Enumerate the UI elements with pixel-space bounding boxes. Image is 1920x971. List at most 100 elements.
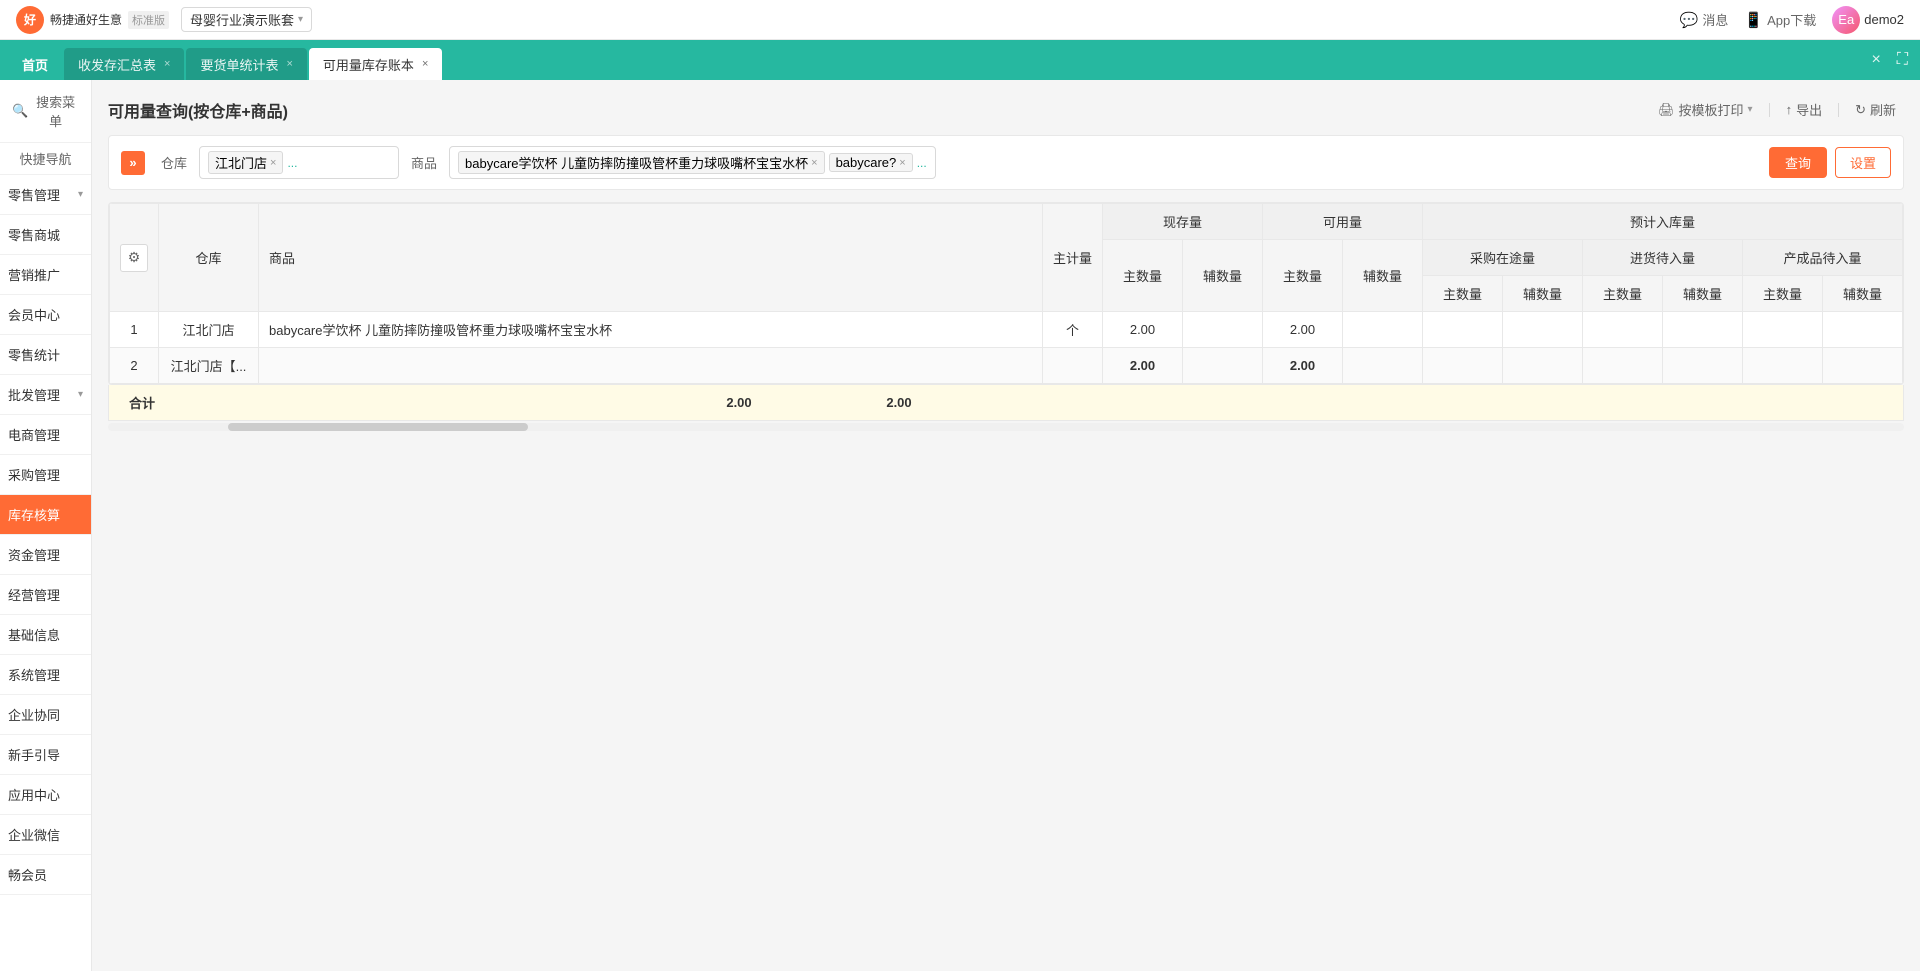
tab-order-stat-close[interactable]: × xyxy=(286,58,292,70)
th-warehouse: 仓库 xyxy=(159,204,259,312)
row2-no: 2 xyxy=(110,348,159,384)
warehouse-tag-jiangbei[interactable]: 江北门店 × xyxy=(208,151,283,174)
refresh-icon: ↻ xyxy=(1855,102,1866,118)
th-stock-sub-label: 辅数量 xyxy=(1203,269,1242,284)
sidebar-item-app-center[interactable]: 应用中心 xyxy=(0,775,91,815)
sidebar-item-wholesale-mgmt[interactable]: 批发管理 ▾ xyxy=(0,375,91,415)
filter-toggle-icon: » xyxy=(129,155,136,170)
warehouse-label: 仓库 xyxy=(161,153,187,172)
query-button[interactable]: 查询 xyxy=(1769,147,1827,178)
maximize-btn[interactable]: ⛶ xyxy=(1893,47,1912,73)
close-all-tabs-btn[interactable]: × xyxy=(1867,47,1884,73)
th-forecast-in-label: 预计入库量 xyxy=(1630,215,1695,230)
tab-available-stock-close[interactable]: × xyxy=(422,58,428,70)
sidebar-item-basic-info[interactable]: 基础信息 xyxy=(0,615,91,655)
refresh-btn[interactable]: ↻ 刷新 xyxy=(1847,96,1904,123)
sidebar-item-app-center-label: 应用中心 xyxy=(8,785,60,804)
sidebar-item-retail-stat-label: 零售统计 xyxy=(8,345,60,364)
product-more[interactable]: ... xyxy=(917,156,927,170)
template-print-btn[interactable]: 🖨 按模板打印 ▾ xyxy=(1650,96,1761,123)
tab-order-stat[interactable]: 要货单统计表 × xyxy=(186,48,306,80)
horizontal-scrollbar[interactable] xyxy=(108,423,1904,431)
row2-in-main xyxy=(1583,348,1663,384)
setting-button[interactable]: 设置 xyxy=(1835,147,1891,178)
th-in-sub: 辅数量 xyxy=(1663,276,1743,312)
sidebar-item-purchase-mgmt[interactable]: 采购管理 xyxy=(0,455,91,495)
logo-area: 好 畅捷通好生意 标准版 xyxy=(16,6,169,34)
sidebar-item-enterprise-collab[interactable]: 企业协同 xyxy=(0,695,91,735)
row2-fin-main xyxy=(1743,348,1823,384)
product-tag2-text: babycare? xyxy=(836,155,897,170)
sidebar-item-ecom-mgmt[interactable]: 电商管理 xyxy=(0,415,91,455)
tab-bar-actions: × ⛶ xyxy=(1867,47,1912,73)
row1-warehouse: 江北门店 xyxy=(159,312,259,348)
tab-available-stock[interactable]: 可用量库存账本 × xyxy=(309,48,442,80)
industry-select[interactable]: 母婴行业演示账套 ▾ xyxy=(181,7,312,32)
sidebar-quick-nav[interactable]: 快捷导航 xyxy=(0,143,91,175)
tab-collection-close[interactable]: × xyxy=(164,58,170,70)
sidebar-item-finance-mgmt[interactable]: 资金管理 xyxy=(0,535,91,575)
sidebar-item-new-guide[interactable]: 新手引导 xyxy=(0,735,91,775)
product-tag-close-icon[interactable]: × xyxy=(811,157,817,169)
th-main-unit: 主计量 xyxy=(1042,204,1102,312)
logo-icon: 好 xyxy=(16,6,44,34)
sidebar-item-retail-mgmt[interactable]: 零售管理 ▾ xyxy=(0,175,91,215)
sidebar-item-ops-mgmt[interactable]: 经营管理 xyxy=(0,575,91,615)
th-incoming-pending-label: 进货待入量 xyxy=(1630,251,1695,266)
sidebar-item-retail-stat[interactable]: 零售统计 xyxy=(0,335,91,375)
th-purchase-transit: 采购在途量 xyxy=(1423,240,1583,276)
product-tag2-close-icon[interactable]: × xyxy=(899,157,905,169)
product-tag-text: babycare学饮杯 儿童防摔防撞吸管杯重力球吸嘴杯宝宝水杯 xyxy=(465,153,808,172)
th-available: 可用量 xyxy=(1263,204,1423,240)
th-in-main-label: 主数量 xyxy=(1603,287,1642,302)
tab-collection[interactable]: 收发存汇总表 × xyxy=(64,48,184,80)
warehouse-tag-text: 江北门店 xyxy=(215,153,267,172)
message-action[interactable]: 💬 消息 xyxy=(1680,10,1729,29)
chevron-down-icon: ▾ xyxy=(1748,104,1753,115)
search-icon: 🔍 xyxy=(12,103,28,119)
row2-pur-main xyxy=(1423,348,1503,384)
app-download-action[interactable]: 📱 App下载 xyxy=(1744,10,1816,29)
th-stock-main: 主数量 xyxy=(1103,240,1183,312)
download-icon: 📱 xyxy=(1744,11,1763,29)
th-warehouse-label: 仓库 xyxy=(195,251,221,266)
footer-label: 合计 xyxy=(119,393,699,412)
warehouse-more[interactable]: ... xyxy=(287,156,297,170)
settings-icon[interactable]: ⚙ xyxy=(120,244,148,272)
product-tag-babycare2[interactable]: babycare? × xyxy=(829,153,913,172)
row2-fin-sub xyxy=(1823,348,1903,384)
sidebar-item-inventory-check[interactable]: 库存核算 xyxy=(0,495,91,535)
row2-warehouse: 江北门店【... xyxy=(159,348,259,384)
top-bar: 好 畅捷通好生意 标准版 母婴行业演示账套 ▾ 💬 消息 📱 App下载 Ea … xyxy=(0,0,1920,40)
content-area: 🔍 搜索菜单 快捷导航 零售管理 ▾ 零售商城 营销推广 会员中心 零售统计 批… xyxy=(0,80,1920,971)
th-product-label: 商品 xyxy=(269,251,295,266)
product-tag-babycare[interactable]: babycare学饮杯 儿童防摔防撞吸管杯重力球吸嘴杯宝宝水杯 × xyxy=(458,151,825,174)
tab-home[interactable]: 首页 xyxy=(8,48,62,80)
sidebar-item-ecom-mgmt-label: 电商管理 xyxy=(8,425,60,444)
sidebar-item-enterprise-wx[interactable]: 企业微信 xyxy=(0,815,91,855)
sidebar-item-enterprise-collab-label: 企业协同 xyxy=(8,705,60,724)
th-pur-main-label: 主数量 xyxy=(1443,287,1482,302)
export-btn[interactable]: ↑ 导出 xyxy=(1778,96,1831,123)
filter-toggle-btn[interactable]: » xyxy=(121,151,145,175)
top-bar-right: 💬 消息 📱 App下载 Ea demo2 xyxy=(1680,6,1904,34)
sidebar-search-button[interactable]: 🔍 搜索菜单 xyxy=(8,88,83,134)
main-content: 可用量查询(按仓库+商品) 🖨 按模板打印 ▾ ↑ 导出 ↻ 刷新 xyxy=(92,80,1920,971)
product-input[interactable]: babycare学饮杯 儿童防摔防撞吸管杯重力球吸嘴杯宝宝水杯 × babyca… xyxy=(449,146,936,179)
warehouse-input[interactable]: 江北门店 × ... xyxy=(199,146,399,179)
user-area[interactable]: Ea demo2 xyxy=(1832,6,1904,34)
sidebar-item-vip-member[interactable]: 畅会员 xyxy=(0,855,91,895)
sidebar-item-member-center[interactable]: 会员中心 xyxy=(0,295,91,335)
tab-collection-label: 收发存汇总表 xyxy=(78,55,156,74)
footer-stock-main: 2.00 xyxy=(699,395,779,410)
th-settings[interactable]: ⚙ xyxy=(110,204,159,312)
th-product: 商品 xyxy=(259,204,1043,312)
scrollbar-thumb[interactable] xyxy=(228,423,528,431)
warehouse-tag-close-icon[interactable]: × xyxy=(270,157,276,169)
row2-in-sub xyxy=(1663,348,1743,384)
sidebar-item-sys-mgmt[interactable]: 系统管理 xyxy=(0,655,91,695)
th-finished-pending: 产成品待入量 xyxy=(1743,240,1903,276)
sidebar-item-retail-mall[interactable]: 零售商城 xyxy=(0,215,91,255)
sidebar-item-marketing[interactable]: 营销推广 xyxy=(0,255,91,295)
row1-product: babycare学饮杯 儿童防摔防撞吸管杯重力球吸嘴杯宝宝水杯 xyxy=(259,312,1043,348)
